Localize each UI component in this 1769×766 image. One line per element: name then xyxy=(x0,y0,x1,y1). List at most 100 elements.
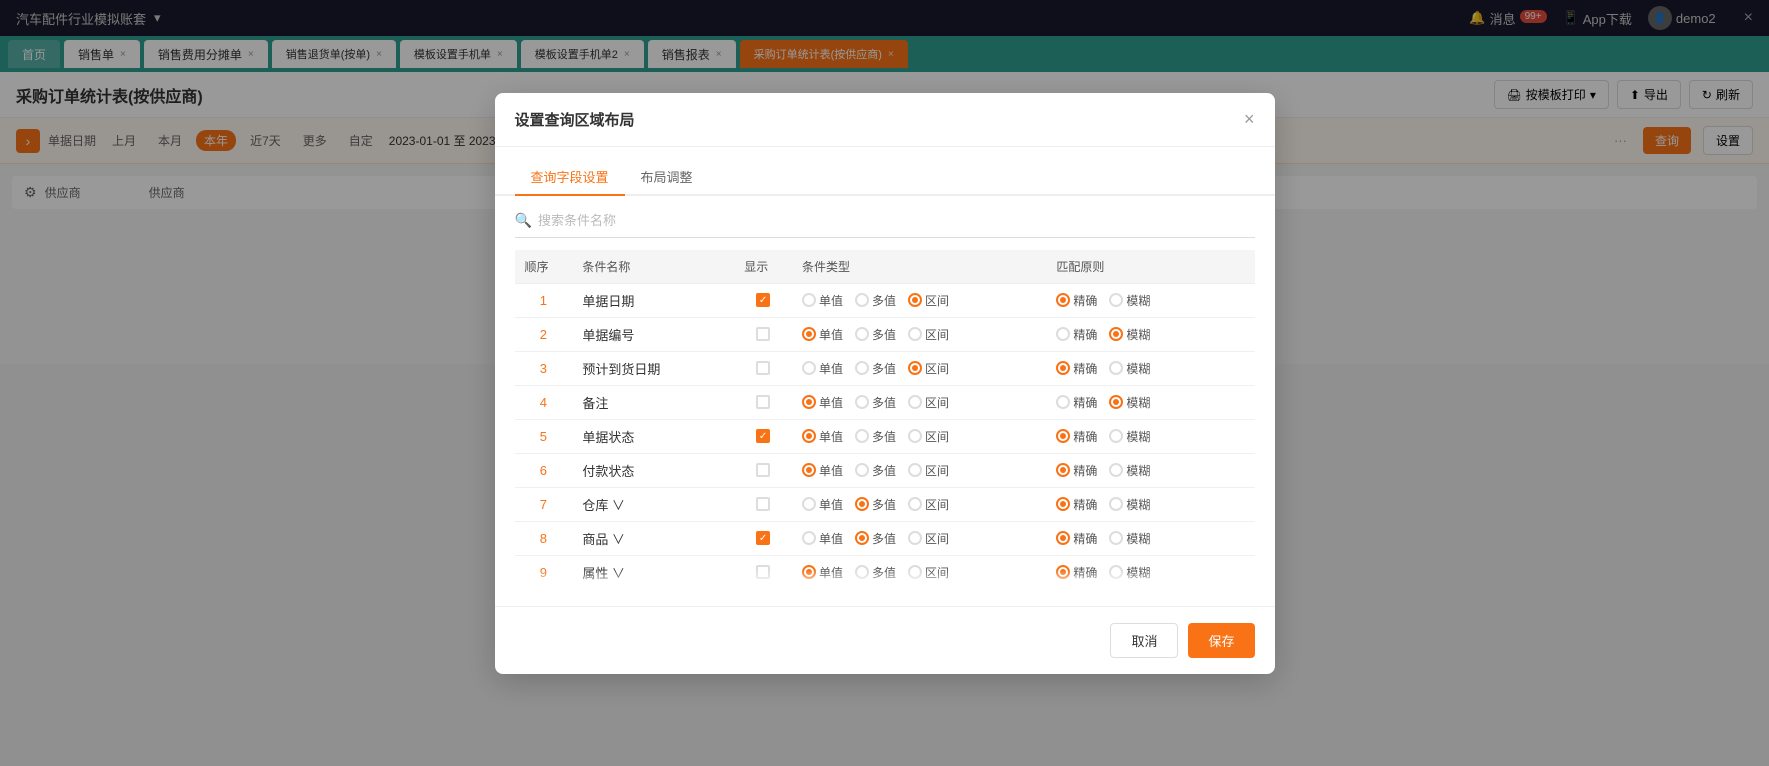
radio-match-circle-exact-2 xyxy=(1056,361,1070,375)
modal-close-button[interactable]: × xyxy=(1244,110,1255,128)
table-row: 5单据状态✓单值多值区间精确模糊 xyxy=(515,419,1255,453)
checkbox-4[interactable]: ✓ xyxy=(744,429,782,443)
type-radio-group-5: 单值多值区间 xyxy=(802,462,1036,479)
radio-match-fuzzy-8[interactable]: 模糊 xyxy=(1109,564,1150,581)
cell-match-5: 精确模糊 xyxy=(1046,453,1254,487)
cell-show-8[interactable] xyxy=(734,555,792,589)
radio-match-fuzzy-1[interactable]: 模糊 xyxy=(1109,326,1150,343)
radio-match-fuzzy-5[interactable]: 模糊 xyxy=(1109,462,1150,479)
cell-show-5[interactable] xyxy=(734,453,792,487)
checkbox-2[interactable] xyxy=(744,361,782,375)
radio-match-exact-3[interactable]: 精确 xyxy=(1056,394,1097,411)
radio-match-exact-1[interactable]: 精确 xyxy=(1056,326,1097,343)
radio-type-single-6[interactable]: 单值 xyxy=(802,496,843,513)
radio-type-single-8[interactable]: 单值 xyxy=(802,564,843,581)
radio-type-multi-0[interactable]: 多值 xyxy=(855,292,896,309)
radio-type-multi-5[interactable]: 多值 xyxy=(855,462,896,479)
radio-type-range-1[interactable]: 区间 xyxy=(908,326,949,343)
radio-match-fuzzy-7[interactable]: 模糊 xyxy=(1109,530,1150,547)
checkbox-0[interactable]: ✓ xyxy=(744,293,782,307)
checkbox-7[interactable]: ✓ xyxy=(744,531,782,545)
radio-match-fuzzy-2[interactable]: 模糊 xyxy=(1109,360,1150,377)
tab-query-field[interactable]: 查询字段设置 xyxy=(515,159,625,196)
cancel-button[interactable]: 取消 xyxy=(1110,623,1178,658)
radio-label-multi-2: 多值 xyxy=(872,360,896,377)
radio-type-range-3[interactable]: 区间 xyxy=(908,394,949,411)
checkbox-6[interactable] xyxy=(744,497,782,511)
radio-label-multi-6: 多值 xyxy=(872,496,896,513)
radio-type-single-3[interactable]: 单值 xyxy=(802,394,843,411)
radio-type-multi-7[interactable]: 多值 xyxy=(855,530,896,547)
radio-type-multi-6[interactable]: 多值 xyxy=(855,496,896,513)
cell-show-6[interactable] xyxy=(734,487,792,521)
checkbox-inner-7[interactable]: ✓ xyxy=(756,531,770,545)
radio-type-multi-4[interactable]: 多值 xyxy=(855,428,896,445)
cell-show-7[interactable]: ✓ xyxy=(734,521,792,555)
radio-match-exact-6[interactable]: 精确 xyxy=(1056,496,1097,513)
radio-type-range-0[interactable]: 区间 xyxy=(908,292,949,309)
cell-show-3[interactable] xyxy=(734,385,792,419)
checkbox-inner-1[interactable] xyxy=(756,327,770,341)
checkbox-inner-8[interactable] xyxy=(756,565,770,579)
match-radio-group-0: 精确模糊 xyxy=(1056,292,1244,309)
checkbox-3[interactable] xyxy=(744,395,782,409)
checkbox-inner-5[interactable] xyxy=(756,463,770,477)
type-radio-group-6: 单值 多值区间 xyxy=(802,496,1036,513)
checkbox-inner-4[interactable]: ✓ xyxy=(756,429,770,443)
radio-type-multi-1[interactable]: 多值 xyxy=(855,326,896,343)
checkbox-inner-6[interactable] xyxy=(756,497,770,511)
radio-type-range-8[interactable]: 区间 xyxy=(908,564,949,581)
radio-match-exact-0[interactable]: 精确 xyxy=(1056,292,1097,309)
radio-match-exact-8[interactable]: 精确 xyxy=(1056,564,1097,581)
radio-match-fuzzy-4[interactable]: 模糊 xyxy=(1109,428,1150,445)
save-button[interactable]: 保存 xyxy=(1188,623,1254,658)
tab-layout-adjust[interactable]: 布局调整 xyxy=(625,159,709,196)
radio-label-range-7: 区间 xyxy=(925,530,949,547)
radio-type-range-5[interactable]: 区间 xyxy=(908,462,949,479)
radio-match-exact-7[interactable]: 精确 xyxy=(1056,530,1097,547)
match-radio-group-1: 精确模糊 xyxy=(1056,326,1244,343)
radio-match-circle-fuzzy-4 xyxy=(1109,429,1123,443)
radio-type-range-7[interactable]: 区间 xyxy=(908,530,949,547)
cell-show-1[interactable] xyxy=(734,317,792,351)
checkbox-8[interactable] xyxy=(744,565,782,579)
radio-match-fuzzy-0[interactable]: 模糊 xyxy=(1109,292,1150,309)
checkbox-5[interactable] xyxy=(744,463,782,477)
modal-title: 设置查询区域布局 xyxy=(515,109,635,130)
radio-match-fuzzy-6[interactable]: 模糊 xyxy=(1109,496,1150,513)
radio-circle-range-1 xyxy=(908,327,922,341)
radio-type-range-4[interactable]: 区间 xyxy=(908,428,949,445)
radio-match-exact-5[interactable]: 精确 xyxy=(1056,462,1097,479)
checkbox-inner-2[interactable] xyxy=(756,361,770,375)
radio-type-multi-2[interactable]: 多值 xyxy=(855,360,896,377)
radio-type-range-2[interactable]: 区间 xyxy=(908,360,949,377)
cell-order-9: 10 xyxy=(515,589,573,590)
cell-order-3: 4 xyxy=(515,385,573,419)
radio-type-single-5[interactable]: 单值 xyxy=(802,462,843,479)
modal-body: 🔍 顺序 条件名称 显示 条件类型 匹配原则 xyxy=(495,196,1275,606)
cell-show-0[interactable]: ✓ xyxy=(734,283,792,317)
radio-match-exact-4[interactable]: 精确 xyxy=(1056,428,1097,445)
radio-type-single-0[interactable]: 单值 xyxy=(802,292,843,309)
radio-type-single-4[interactable]: 单值 xyxy=(802,428,843,445)
type-radio-group-2: 单值 多值区间 xyxy=(802,360,1036,377)
cell-show-4[interactable]: ✓ xyxy=(734,419,792,453)
radio-label-single-1: 单值 xyxy=(819,326,843,343)
radio-match-exact-2[interactable]: 精确 xyxy=(1056,360,1097,377)
search-input[interactable] xyxy=(538,213,1255,228)
radio-match-fuzzy-3[interactable]: 模糊 xyxy=(1109,394,1150,411)
radio-type-single-7[interactable]: 单值 xyxy=(802,530,843,547)
radio-type-multi-3[interactable]: 多值 xyxy=(855,394,896,411)
radio-type-single-2[interactable]: 单值 xyxy=(802,360,843,377)
radio-type-single-1[interactable]: 单值 xyxy=(802,326,843,343)
checkbox-inner-0[interactable]: ✓ xyxy=(756,293,770,307)
radio-type-range-6[interactable]: 区间 xyxy=(908,496,949,513)
cell-show-2[interactable] xyxy=(734,351,792,385)
radio-match-circle-exact-6 xyxy=(1056,497,1070,511)
cell-order-4: 5 xyxy=(515,419,573,453)
checkbox-inner-3[interactable] xyxy=(756,395,770,409)
cell-show-9[interactable] xyxy=(734,589,792,590)
cell-name-3: 备注 xyxy=(572,385,734,419)
radio-type-multi-8[interactable]: 多值 xyxy=(855,564,896,581)
checkbox-1[interactable] xyxy=(744,327,782,341)
